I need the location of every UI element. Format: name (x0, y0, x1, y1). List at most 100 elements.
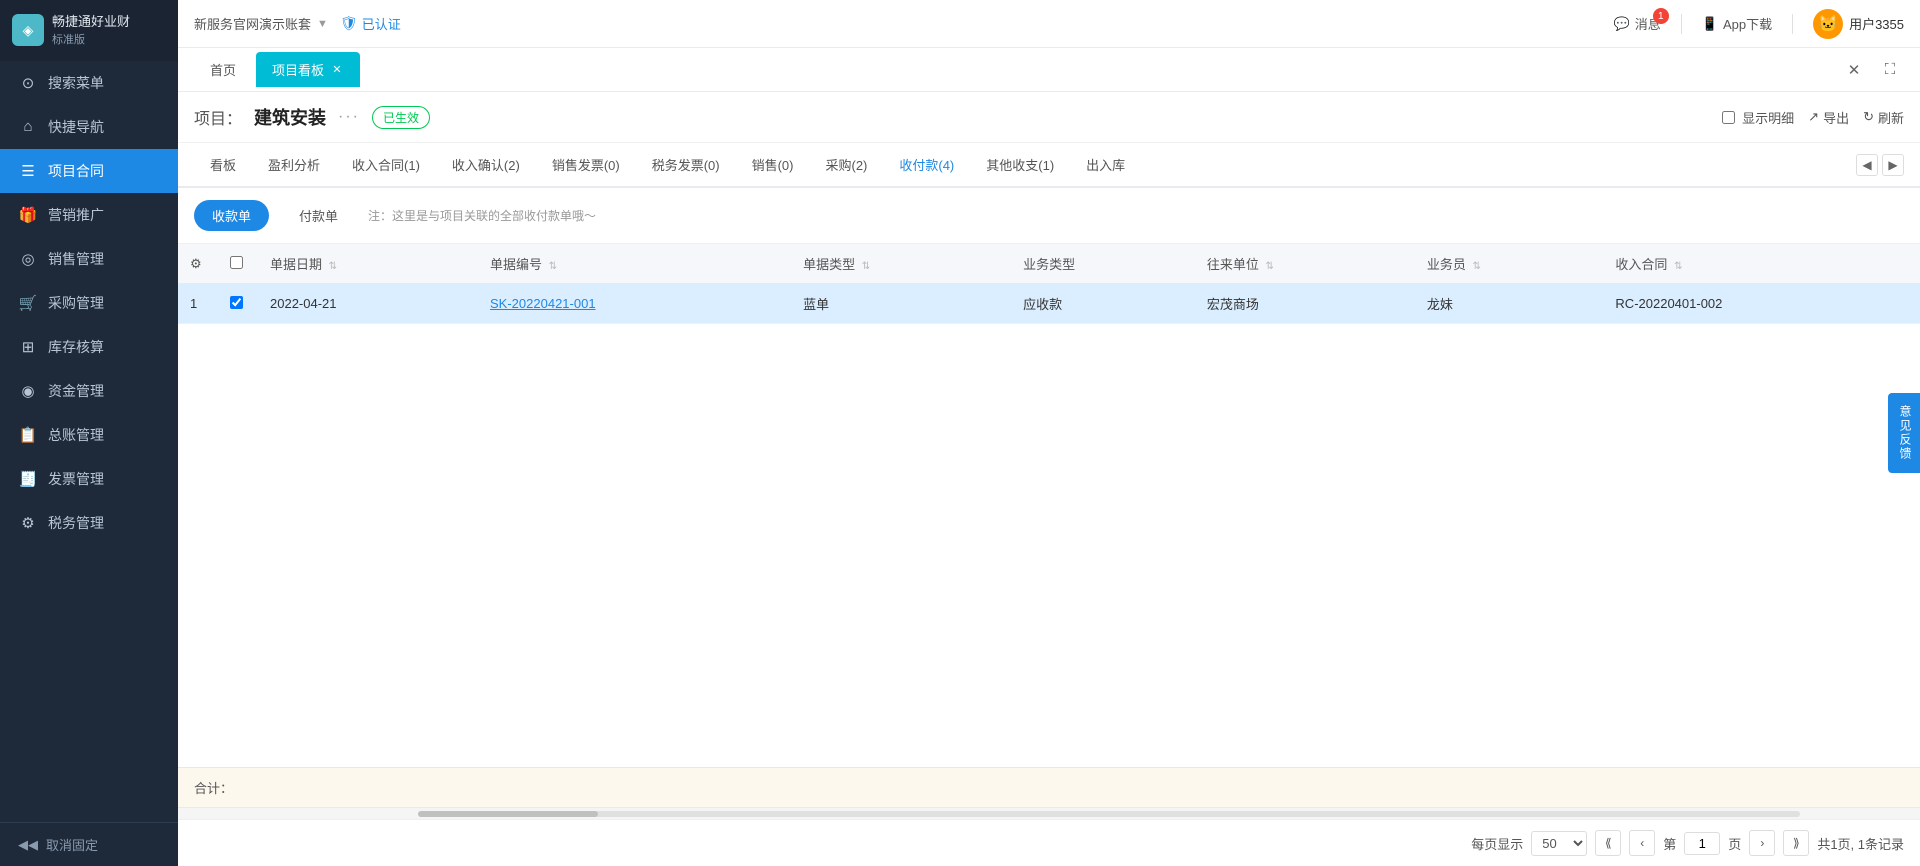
refresh-button[interactable]: ↻ 刷新 (1863, 108, 1904, 127)
receipt-filter-button[interactable]: 收款单 (194, 200, 269, 231)
th-type[interactable]: 单据类型 ⇅ (791, 244, 1011, 284)
sidebar-item-inventory[interactable]: ⊞ 库存核算 (0, 325, 178, 369)
user-label: 用户3355 (1849, 14, 1904, 33)
sub-tab-receipt[interactable]: 收付款(4) (883, 143, 970, 188)
sidebar-edition: 标准版 (52, 31, 130, 47)
table-row[interactable]: 1 2022-04-21 SK-20220421-001 蓝单 应收款 宏茂商场… (178, 284, 1920, 324)
th-date-label: 单据日期 (270, 257, 322, 272)
show-detail-input[interactable] (1722, 111, 1735, 124)
sidebar-item-sales[interactable]: ◎ 销售管理 (0, 237, 178, 281)
mobile-icon: 📱 (1702, 16, 1718, 32)
next-page-button[interactable]: › (1749, 830, 1775, 856)
th-partner-label: 往来单位 (1207, 257, 1259, 272)
sub-tab-kanban[interactable]: 看板 (194, 143, 252, 188)
window-close-button[interactable]: ✕ (1840, 56, 1868, 84)
th-settings[interactable]: ⚙ (178, 244, 218, 284)
scrollbar-thumb[interactable] (418, 811, 598, 817)
sub-tab-sales[interactable]: 销售(0) (736, 143, 810, 188)
project-label-prefix: 项目： (194, 105, 242, 129)
sidebar-item-contract[interactable]: ☰ 项目合同 (0, 149, 178, 193)
first-page-button[interactable]: ⟪ (1595, 830, 1621, 856)
th-partner[interactable]: 往来单位 ⇅ (1195, 244, 1415, 284)
document-number-link[interactable]: SK-20220421-001 (490, 296, 596, 311)
sidebar-item-quick-label: 快捷导航 (48, 117, 104, 137)
close-icon: ✕ (1848, 61, 1861, 79)
page-word: 第 (1663, 834, 1676, 853)
payment-filter-button[interactable]: 付款单 (281, 200, 356, 231)
user-menu[interactable]: 🐱 用户3355 (1813, 9, 1904, 39)
th-income-contract[interactable]: 收入合同 ⇅ (1603, 244, 1920, 284)
th-number[interactable]: 单据编号 ⇅ (478, 244, 791, 284)
sidebar-item-quick[interactable]: ⌂ 快捷导航 (0, 105, 178, 149)
select-all-checkbox[interactable] (230, 256, 243, 269)
sidebar-item-search[interactable]: ⊙ 搜索菜单 (0, 61, 178, 105)
th-salesperson[interactable]: 业务员 ⇅ (1415, 244, 1604, 284)
project-status-badge: 已生效 (372, 106, 430, 129)
purchase-icon: 🛒 (18, 294, 38, 312)
filter-note: 注：这里是与项目关联的全部收付款单哦～ (368, 207, 596, 224)
sub-tabs-next[interactable]: ▶ (1882, 154, 1904, 176)
message-badge: 1 (1653, 8, 1669, 24)
show-detail-label: 显示明细 (1742, 108, 1794, 127)
sub-tab-tax-invoice[interactable]: 税务发票(0) (636, 143, 736, 188)
sidebar-item-finance[interactable]: ◉ 资金管理 (0, 369, 178, 413)
cell-seq: 1 (178, 284, 218, 324)
prev-page-button[interactable]: ‹ (1629, 830, 1655, 856)
sidebar-item-purchase[interactable]: 🛒 采购管理 (0, 281, 178, 325)
project-title: 建筑安装 (254, 104, 326, 130)
message-button[interactable]: 💬 消息 1 (1614, 14, 1661, 33)
main-area: 新服务官网演示账套 ▼ 🛡 已认证 💬 消息 1 📱 App下载 🐱 用户335… (178, 0, 1920, 866)
sidebar-item-invoice[interactable]: 🧾 发票管理 (0, 457, 178, 501)
th-date[interactable]: 单据日期 ⇅ (258, 244, 478, 284)
app-download-button[interactable]: 📱 App下载 (1702, 14, 1772, 33)
sidebar-item-ledger[interactable]: 📋 总账管理 (0, 413, 178, 457)
project-more-button[interactable]: ··· (338, 108, 360, 126)
page-number-input[interactable] (1684, 832, 1720, 855)
sub-tabs-prev[interactable]: ◀ (1856, 154, 1878, 176)
sub-tab-other-expense[interactable]: 其他收支(1) (970, 143, 1070, 188)
sidebar-item-sales-label: 销售管理 (48, 249, 104, 269)
page-size-select[interactable]: 50 100 200 (1531, 831, 1587, 856)
tabbar: 首页 项目看板 ✕ ✕ ⛶ (178, 48, 1920, 92)
sort-icon-date: ⇅ (329, 261, 337, 272)
tab-close-icon[interactable]: ✕ (330, 63, 344, 77)
user-avatar: 🐱 (1813, 9, 1843, 39)
sub-tab-inout-label: 出入库 (1086, 158, 1125, 173)
sidebar-unpin[interactable]: ◀◀ 取消固定 (0, 822, 178, 866)
window-maximize-button[interactable]: ⛶ (1876, 56, 1904, 84)
th-type-label: 单据类型 (803, 257, 855, 272)
cell-checkbox[interactable] (218, 284, 258, 324)
sub-tab-income-confirm[interactable]: 收入确认(2) (436, 143, 536, 188)
tab-home[interactable]: 首页 (194, 52, 252, 87)
sub-tab-inout[interactable]: 出入库 (1070, 143, 1141, 188)
sub-tab-profit[interactable]: 盈利分析 (252, 143, 336, 188)
account-selector[interactable]: 新服务官网演示账套 ▼ (194, 14, 328, 33)
logo-icon: ◈ (23, 22, 34, 39)
sub-tab-profit-label: 盈利分析 (268, 158, 320, 173)
table-scrollbar[interactable] (178, 807, 1920, 819)
sidebar-item-purchase-label: 采购管理 (48, 293, 104, 313)
th-checkbox[interactable] (218, 244, 258, 284)
export-button[interactable]: ↗ 导出 (1808, 108, 1849, 127)
show-detail-checkbox[interactable]: 显示明细 (1722, 108, 1794, 127)
sub-tab-income-contract[interactable]: 收入合同(1) (336, 143, 436, 188)
sidebar-item-tax[interactable]: ⚙ 税务管理 (0, 501, 178, 545)
search-icon: ⊙ (18, 74, 38, 92)
data-table: ⚙ 单据日期 ⇅ 单据编号 ⇅ 单据类型 ⇅ (178, 244, 1920, 324)
row-checkbox[interactable] (230, 296, 243, 309)
tab-project-board[interactable]: 项目看板 ✕ (256, 52, 360, 87)
sidebar-item-invoice-label: 发票管理 (48, 469, 104, 489)
last-page-button[interactable]: ⟫ (1783, 830, 1809, 856)
total-label: 合计： (194, 781, 233, 796)
export-icon: ↗ (1808, 109, 1819, 125)
sub-tab-purchase[interactable]: 采购(2) (809, 143, 883, 188)
sidebar: ◈ 畅捷通好业财 标准版 ⊙ 搜索菜单 ⌂ 快捷导航 ☰ 项目合同 🎁 营销推广… (0, 0, 178, 866)
invoice-icon: 🧾 (18, 470, 38, 488)
sub-tab-sales-invoice[interactable]: 销售发票(0) (536, 143, 636, 188)
feedback-button[interactable]: 意见反馈 (1888, 393, 1920, 473)
sidebar-item-marketing[interactable]: 🎁 营销推广 (0, 193, 178, 237)
cell-number[interactable]: SK-20220421-001 (478, 284, 791, 324)
tab-home-label: 首页 (210, 60, 236, 79)
table-total: 合计： (178, 767, 1920, 807)
sidebar-item-ledger-label: 总账管理 (48, 425, 104, 445)
